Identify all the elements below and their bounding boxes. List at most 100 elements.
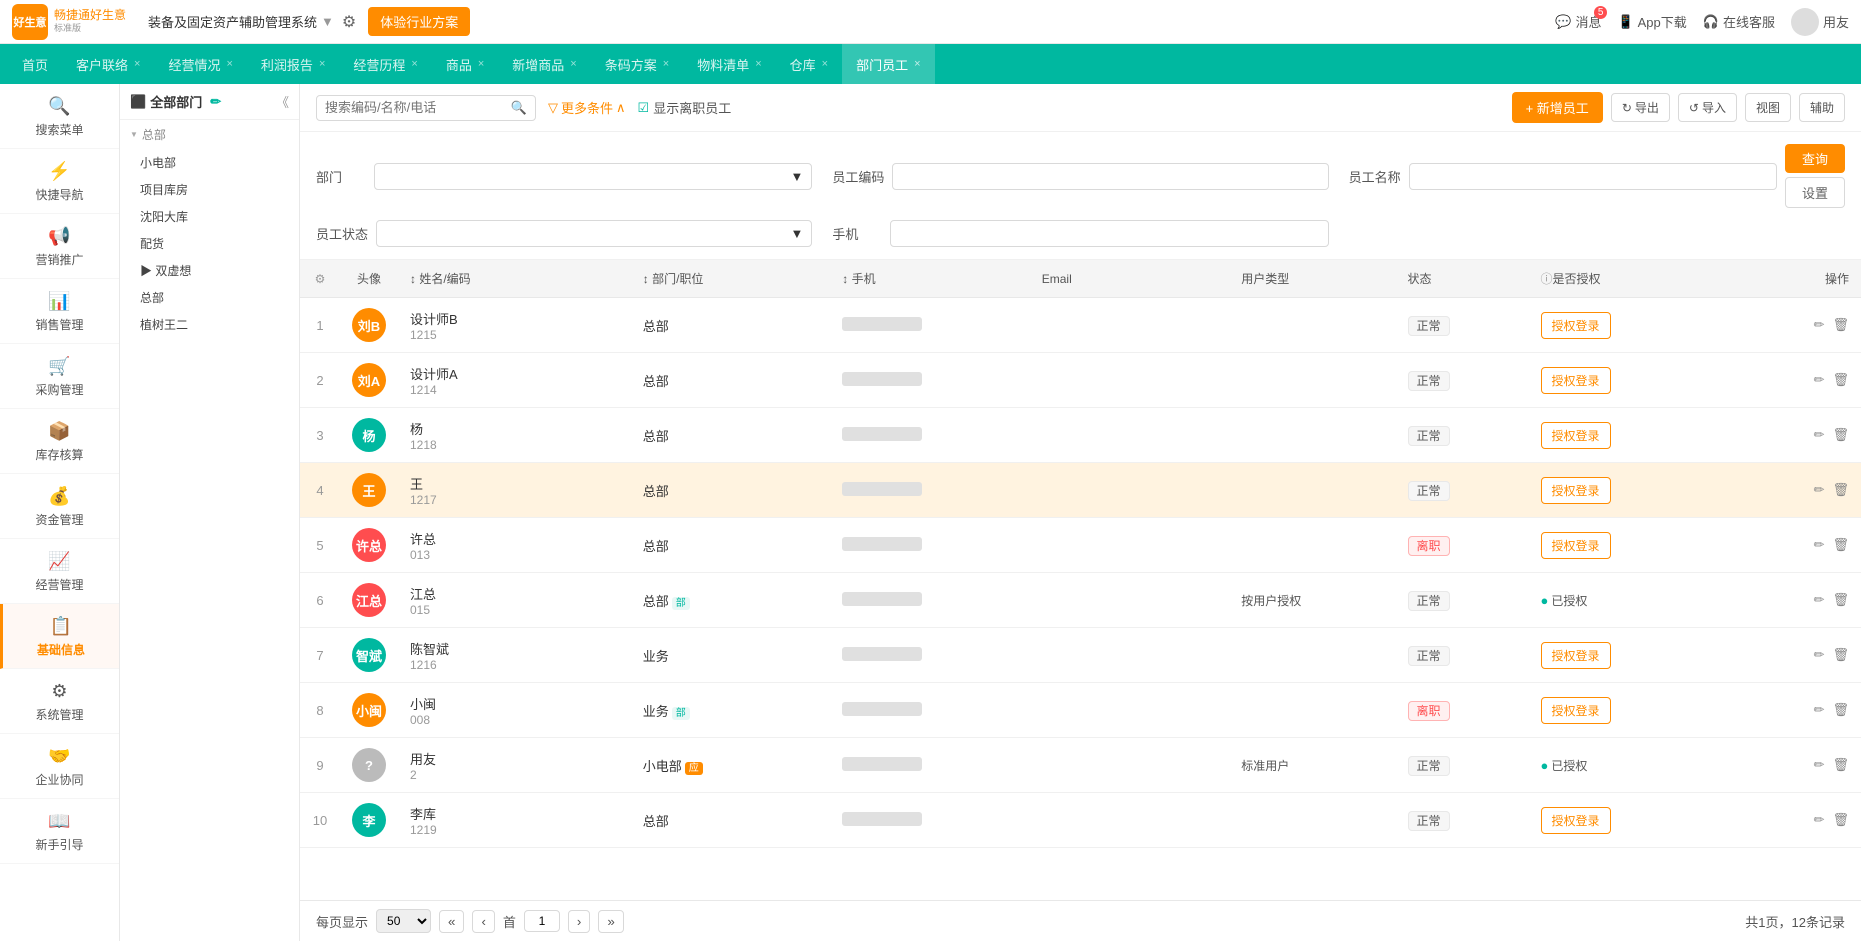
delete-icon[interactable]: 🗑 (1832, 647, 1849, 662)
row-name[interactable]: 江总015 (398, 573, 631, 628)
search-input[interactable] (325, 100, 511, 115)
row-name[interactable]: 王1217 (398, 463, 631, 518)
show-resigned-toggle[interactable]: ☑ 显示离职员工 (638, 98, 732, 117)
authorize-btn[interactable]: 授权登录 (1541, 642, 1611, 669)
authorize-btn[interactable]: 授权登录 (1541, 422, 1611, 449)
notification-btn[interactable]: 💬 消息 5 (1555, 12, 1601, 31)
tab-close-icon[interactable]: × (755, 58, 761, 70)
title-arrow-icon[interactable]: ▼ (321, 14, 334, 29)
nav-tab-商品[interactable]: 商品× (432, 44, 498, 84)
aux-btn[interactable]: 辅助 (1799, 93, 1845, 122)
dept-section-title[interactable]: ▼ 总部 (120, 120, 299, 149)
edit-icon[interactable]: ✏ (1814, 427, 1825, 442)
export-btn[interactable]: ↻ 导出 (1611, 93, 1670, 122)
delete-icon[interactable]: 🗑 (1832, 317, 1849, 332)
dept-edit-icon[interactable]: ✏ (210, 94, 221, 110)
nav-tab-部门员工[interactable]: 部门员工× (842, 44, 934, 84)
tab-close-icon[interactable]: × (134, 58, 140, 70)
row-name[interactable]: 杨1218 (398, 408, 631, 463)
query-btn[interactable]: 查询 (1785, 144, 1845, 173)
import-btn[interactable]: ↺ 导入 (1678, 93, 1737, 122)
all-dept-btn[interactable]: ⬛ 全部部门 ✏ (130, 92, 221, 111)
dept-node-peihuo[interactable]: 配货 (120, 230, 299, 257)
row-name[interactable]: 李库1219 (398, 793, 631, 848)
sidebar-item-快捷导航[interactable]: ⚡快捷导航 (0, 149, 119, 214)
th-dept[interactable]: ↕ 部门/职位 (631, 260, 831, 298)
sidebar-item-经营管理[interactable]: 📈经营管理 (0, 539, 119, 604)
edit-icon[interactable]: ✏ (1814, 702, 1825, 717)
row-name[interactable]: 设计师B1215 (398, 298, 631, 353)
row-name[interactable]: 陈智斌1216 (398, 628, 631, 683)
th-settings[interactable]: ⚙ (300, 260, 340, 298)
row-auth[interactable]: ●已授权 (1529, 738, 1729, 793)
tab-close-icon[interactable]: × (226, 58, 232, 70)
sidebar-item-采购管理[interactable]: 🛒采购管理 (0, 344, 119, 409)
row-name[interactable]: 设计师A1214 (398, 353, 631, 408)
tab-close-icon[interactable]: × (570, 58, 576, 70)
emp-code-input[interactable] (892, 163, 1328, 190)
page-input[interactable] (524, 910, 560, 932)
sidebar-item-企业协同[interactable]: 🤝企业协同 (0, 734, 119, 799)
last-page-btn[interactable]: » (598, 910, 623, 933)
dept-filter-select[interactable]: ▼ (374, 163, 812, 190)
search-input-wrap[interactable]: 🔍 (316, 95, 536, 121)
edit-icon[interactable]: ✏ (1814, 317, 1825, 332)
delete-icon[interactable]: 🗑 (1832, 427, 1849, 442)
sidebar-item-营销推广[interactable]: 📢营销推广 (0, 214, 119, 279)
row-name[interactable]: 许总013 (398, 518, 631, 573)
delete-icon[interactable]: 🗑 (1832, 482, 1849, 497)
reset-btn[interactable]: 设置 (1785, 177, 1845, 208)
edit-icon[interactable]: ✏ (1814, 372, 1825, 387)
dept-node-xiaodianbu[interactable]: 小电部 (120, 149, 299, 176)
add-employee-btn[interactable]: + 新增员工 (1512, 92, 1603, 123)
trial-button[interactable]: 体验行业方案 (368, 7, 470, 36)
nav-tab-条码方案[interactable]: 条码方案× (591, 44, 683, 84)
page-size-select[interactable]: 50 20 100 (376, 909, 431, 933)
sidebar-item-库存核算[interactable]: 📦库存核算 (0, 409, 119, 474)
row-auth[interactable]: 授权登录 (1529, 463, 1729, 518)
tab-close-icon[interactable]: × (478, 58, 484, 70)
nav-tab-新增商品[interactable]: 新增商品× (498, 44, 590, 84)
nav-tab-经营历程[interactable]: 经营历程× (339, 44, 431, 84)
tab-close-icon[interactable]: × (319, 58, 325, 70)
dept-node-zongbu[interactable]: 总部 (120, 284, 299, 311)
delete-icon[interactable]: 🗑 (1832, 537, 1849, 552)
row-auth[interactable]: 授权登录 (1529, 518, 1729, 573)
next-page-btn[interactable]: › (568, 910, 590, 933)
sidebar-item-销售管理[interactable]: 📊销售管理 (0, 279, 119, 344)
phone-input[interactable] (890, 220, 1328, 247)
nav-tab-利润报告[interactable]: 利润报告× (247, 44, 339, 84)
info-icon[interactable]: ⓘ (1541, 272, 1553, 286)
edit-icon[interactable]: ✏ (1814, 537, 1825, 552)
tab-close-icon[interactable]: × (663, 58, 669, 70)
th-name[interactable]: ↕ 姓名/编码 (398, 260, 631, 298)
dept-node-zhishu[interactable]: 植树王二 (120, 311, 299, 338)
th-phone[interactable]: ↕ 手机 (830, 260, 1030, 298)
tab-close-icon[interactable]: × (822, 58, 828, 70)
first-page-btn[interactable]: « (439, 910, 464, 933)
nav-tab-客户联络[interactable]: 客户联络× (62, 44, 154, 84)
view-btn[interactable]: 视图 (1745, 93, 1791, 122)
authorize-btn[interactable]: 授权登录 (1541, 367, 1611, 394)
row-auth[interactable]: ●已授权 (1529, 573, 1729, 628)
edit-icon[interactable]: ✏ (1814, 812, 1825, 827)
edit-icon[interactable]: ✏ (1814, 592, 1825, 607)
authorize-btn[interactable]: 授权登录 (1541, 312, 1611, 339)
row-name[interactable]: 用友2 (398, 738, 631, 793)
sidebar-item-系统管理[interactable]: ⚙系统管理 (0, 669, 119, 734)
nav-tab-首页[interactable]: 首页 (8, 44, 62, 84)
dept-node-shenyangdaku[interactable]: 沈阳大库 (120, 203, 299, 230)
settings-icon[interactable]: ⚙ (342, 12, 356, 32)
row-auth[interactable]: 授权登录 (1529, 353, 1729, 408)
delete-icon[interactable]: 🗑 (1832, 372, 1849, 387)
row-auth[interactable]: 授权登录 (1529, 793, 1729, 848)
dept-collapse-btn[interactable]: 《 (276, 92, 289, 111)
nav-tab-仓库[interactable]: 仓库× (776, 44, 842, 84)
app-download-btn[interactable]: 📱 App下载 (1617, 12, 1686, 31)
delete-icon[interactable]: 🗑 (1832, 592, 1849, 607)
tab-close-icon[interactable]: × (914, 58, 920, 70)
edit-icon[interactable]: ✏ (1814, 647, 1825, 662)
authorize-btn[interactable]: 授权登录 (1541, 807, 1611, 834)
edit-icon[interactable]: ✏ (1814, 757, 1825, 772)
sidebar-item-搜索菜单[interactable]: 🔍搜索菜单 (0, 84, 119, 149)
